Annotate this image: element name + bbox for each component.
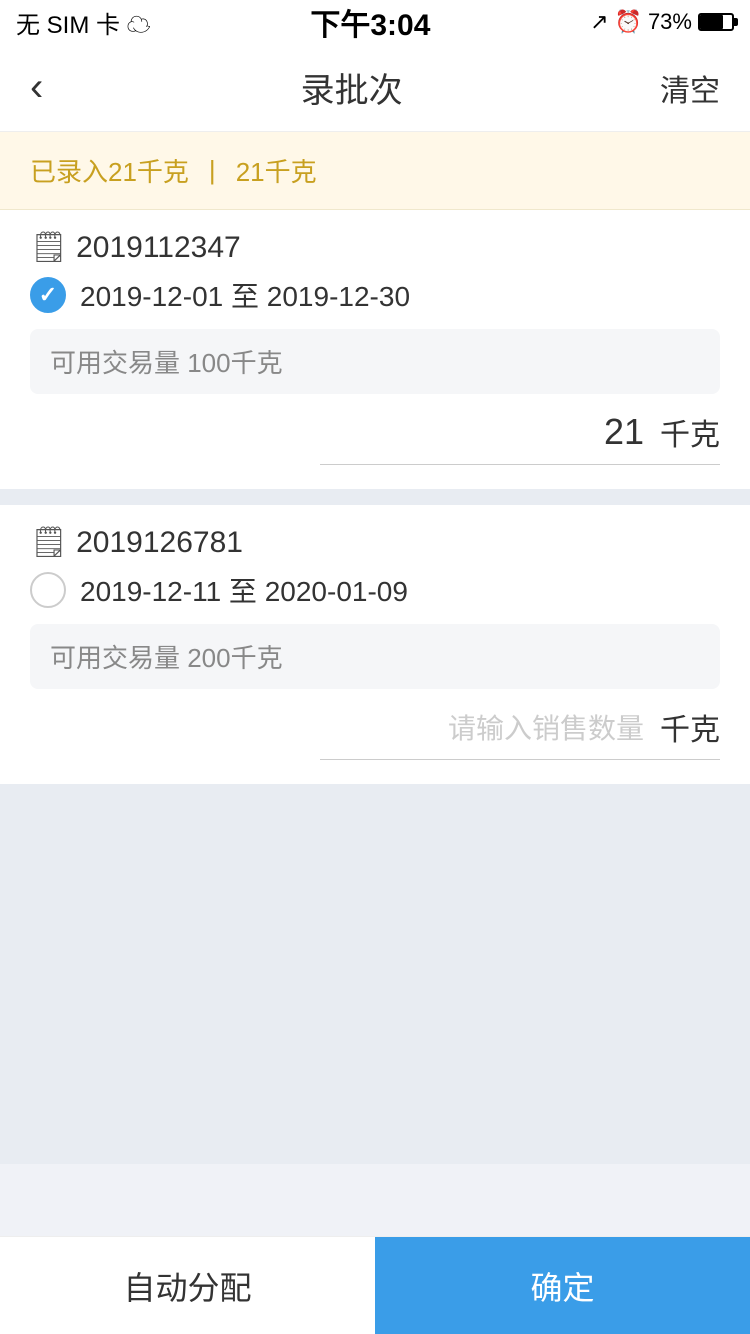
batch-id-2: 2019126781 xyxy=(76,526,243,560)
battery-label: 73% xyxy=(648,9,692,35)
location-icon: ↗ xyxy=(590,9,608,35)
batch-date-row-2: 2019-12-11 至 2020-01-09 xyxy=(30,570,720,610)
battery-icon xyxy=(698,13,734,31)
summary-bar: 已录入21千克 | 21千克 xyxy=(0,132,750,210)
status-bar: 无 SIM 卡 ☁ 下午3:04 ↗ ⏰ 73% xyxy=(0,0,750,44)
status-time: 下午3:04 xyxy=(310,0,430,44)
batch-radio-1[interactable] xyxy=(30,277,66,313)
batch-date-1: 2019-12-01 至 2019-12-30 xyxy=(80,275,410,315)
quantity-placeholder-2[interactable]: 请输入销售数量 xyxy=(448,707,644,747)
batch-item-2: 🗒 2019126781 2019-12-11 至 2020-01-09 可用交… xyxy=(0,505,750,689)
batch-date-row-1: 2019-12-01 至 2019-12-30 xyxy=(30,275,720,315)
nav-bar: ‹ 录批次 清空 xyxy=(0,44,750,132)
quantity-unit-2: 千克 xyxy=(660,705,720,749)
page-title: 录批次 xyxy=(301,63,403,112)
clear-button[interactable]: 清空 xyxy=(660,66,720,110)
quantity-line-2: 请输入销售数量 千克 xyxy=(30,705,720,759)
batch-id-1: 2019112347 xyxy=(76,231,241,265)
section-divider xyxy=(0,489,750,505)
batch-header-1: 🗒 2019112347 xyxy=(30,230,720,265)
batch-item-1: 🗒 2019112347 2019-12-01 至 2019-12-30 可用交… xyxy=(0,210,750,394)
batch-doc-icon-2: 🗒 xyxy=(30,525,68,560)
quantity-underline-2 xyxy=(320,759,720,760)
summary-entered-label: 已录入21千克 xyxy=(30,152,189,189)
bottom-empty-area xyxy=(0,784,750,1164)
summary-divider: | xyxy=(209,155,216,186)
summary-total-value: 21千克 xyxy=(236,152,317,189)
batch-quota-1: 可用交易量 100千克 xyxy=(30,329,720,394)
back-button[interactable]: ‹ xyxy=(30,65,43,110)
status-left: 无 SIM 卡 ☁ xyxy=(16,5,151,40)
alarm-icon: ⏰ xyxy=(615,9,642,35)
batch-quota-2: 可用交易量 200千克 xyxy=(30,624,720,689)
quantity-unit-1: 千克 xyxy=(660,410,720,454)
auto-distribute-button[interactable]: 自动分配 xyxy=(0,1237,375,1334)
batch-radio-2[interactable] xyxy=(30,572,66,608)
quantity-value-1[interactable]: 21 xyxy=(564,411,644,453)
footer: 自动分配 确定 xyxy=(0,1236,750,1334)
batch-doc-icon-1: 🗒 xyxy=(30,230,68,265)
auto-distribute-label: 自动分配 xyxy=(123,1263,251,1309)
batch-header-2: 🗒 2019126781 xyxy=(30,525,720,560)
quantity-area-2: 请输入销售数量 千克 xyxy=(0,689,750,784)
quantity-line-1: 21 千克 xyxy=(30,410,720,464)
quantity-underline-1 xyxy=(320,464,720,465)
batch-date-2: 2019-12-11 至 2020-01-09 xyxy=(80,570,408,610)
no-sim-label: 无 SIM 卡 ☁ xyxy=(16,5,151,40)
confirm-button[interactable]: 确定 xyxy=(375,1237,750,1334)
confirm-label: 确定 xyxy=(530,1263,594,1309)
quantity-area-1: 21 千克 xyxy=(0,394,750,489)
status-right: ↗ ⏰ 73% xyxy=(590,9,734,35)
